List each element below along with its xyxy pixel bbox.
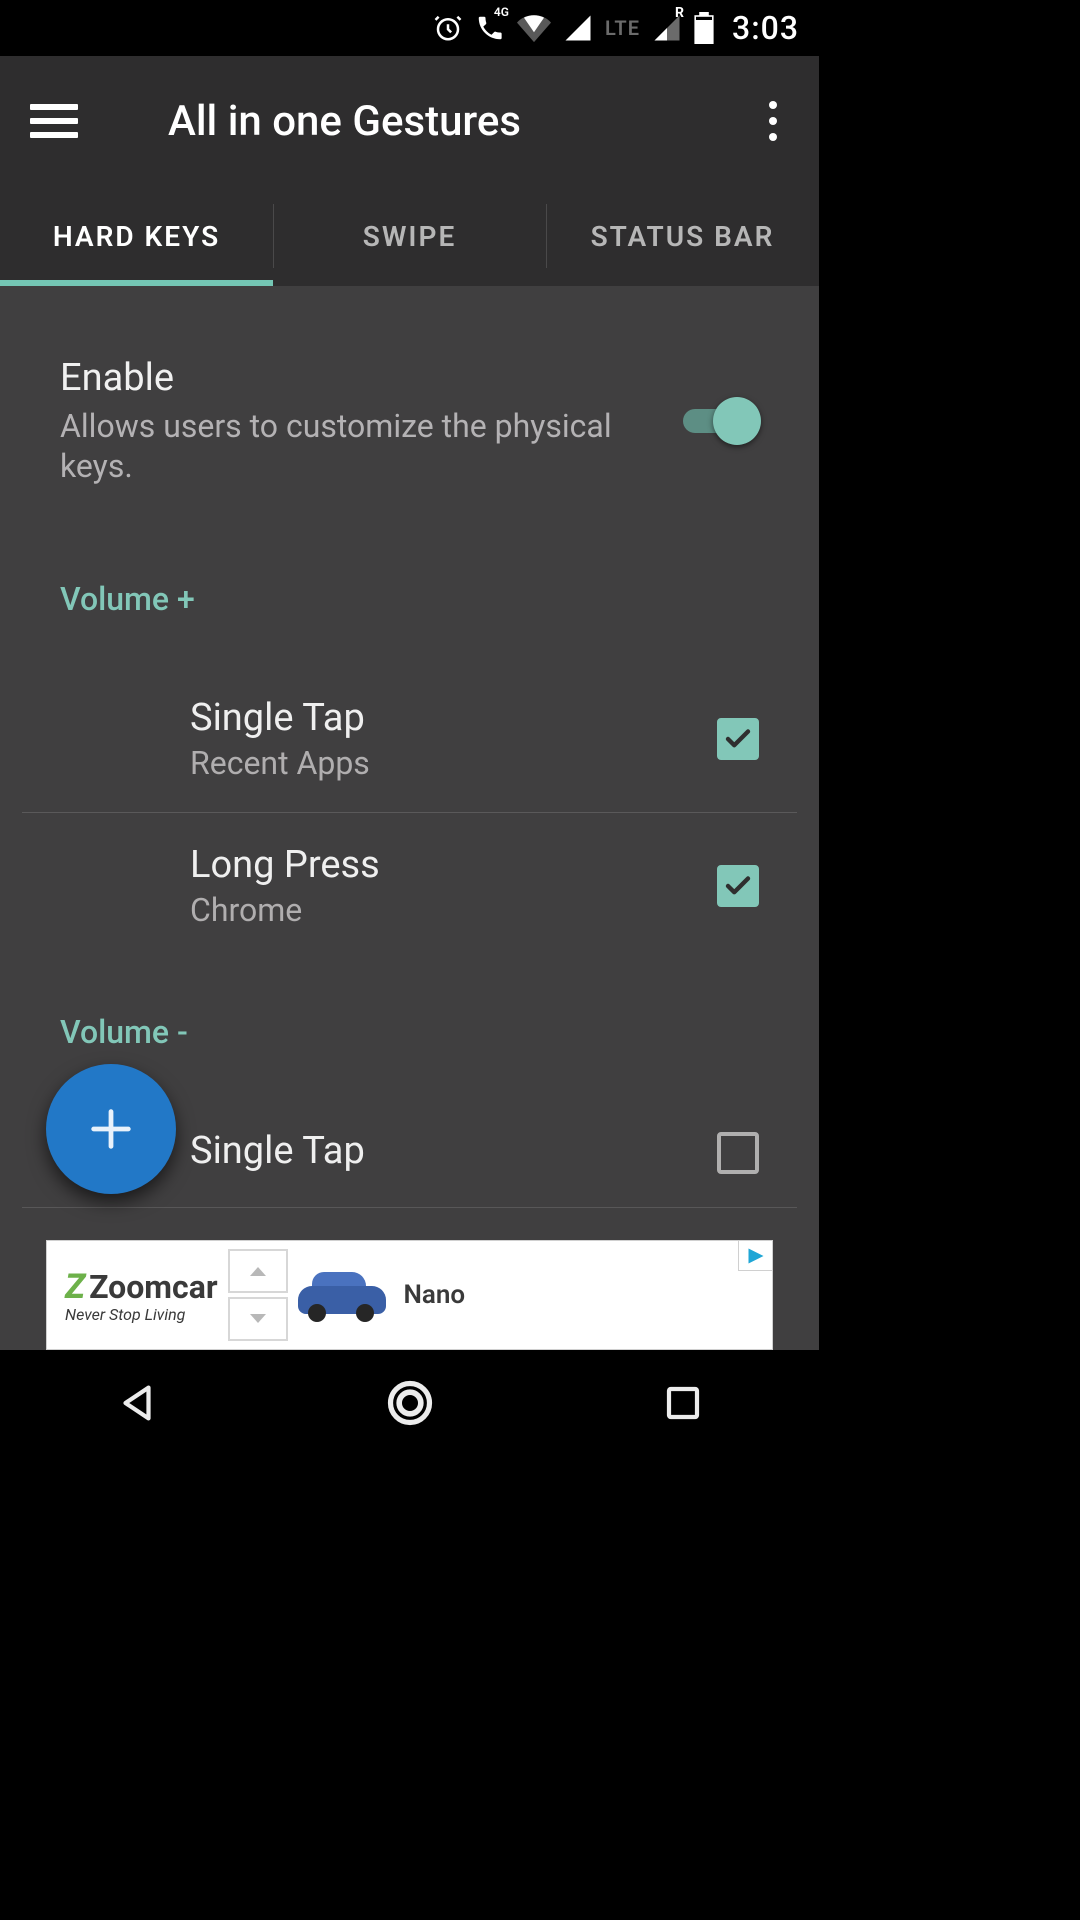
tab-bar: HARD KEYS SWIPE STATUS BAR (0, 186, 819, 286)
list-item[interactable]: Long Press Chrome (22, 812, 797, 959)
ad-info-icon[interactable] (738, 1241, 772, 1271)
system-status-bar: 4G LTE R 3:03 (0, 0, 819, 56)
tab-status-bar[interactable]: STATUS BAR (546, 186, 819, 286)
overflow-menu-icon[interactable] (757, 97, 789, 145)
section-header-volume-plus: Volume + (0, 526, 819, 638)
nav-recents-button[interactable] (623, 1368, 743, 1438)
item-subtitle: Chrome (190, 891, 717, 929)
item-checkbox[interactable] (717, 865, 759, 907)
car-icon (298, 1270, 386, 1320)
item-title: Long Press (190, 843, 717, 887)
status-clock: 3:03 (732, 9, 799, 47)
system-nav-bar (0, 1350, 819, 1456)
tab-swipe[interactable]: SWIPE (273, 186, 546, 286)
lte-label: LTE (605, 16, 640, 40)
nav-back-button[interactable] (77, 1368, 197, 1438)
fab-add-button[interactable] (46, 1064, 176, 1194)
item-title: Single Tap (190, 696, 717, 740)
enable-text: Enable Allows users to customize the phy… (60, 356, 643, 486)
ad-arrow-down[interactable] (228, 1297, 288, 1341)
enable-row[interactable]: Enable Allows users to customize the phy… (0, 286, 819, 526)
signal-icon-2: R (652, 13, 682, 43)
signal-icon-1 (563, 13, 593, 43)
hamburger-menu-icon[interactable] (30, 104, 78, 138)
ad-arrow-up[interactable] (228, 1249, 288, 1293)
item-subtitle: Recent Apps (190, 744, 717, 782)
status-net-label: 4G (494, 5, 509, 19)
enable-toggle[interactable] (683, 397, 759, 445)
ad-brand-name: Zoomcar (89, 1268, 217, 1306)
ad-brand-tagline: Never Stop Living (65, 1305, 218, 1324)
enable-title: Enable (60, 356, 643, 400)
app-bar: All in one Gestures (0, 56, 819, 186)
item-checkbox[interactable] (717, 1132, 759, 1174)
wifi-icon (517, 11, 551, 45)
section-header-volume-minus: Volume - (0, 959, 819, 1071)
volume-plus-list: Single Tap Recent Apps Long Press Chrome (0, 666, 819, 959)
app-title: All in one Gestures (168, 97, 521, 146)
alarm-icon (433, 13, 463, 43)
roaming-label: R (675, 5, 684, 21)
ad-product: Nano (298, 1270, 466, 1320)
ad-brand: Z Zoomcar Never Stop Living (65, 1267, 218, 1324)
content: Enable Allows users to customize the phy… (0, 286, 819, 1350)
item-checkbox[interactable] (717, 718, 759, 760)
screen: 4G LTE R 3:03 All in one Gestures HARD K… (0, 0, 819, 1456)
wifi-calling-icon: 4G (475, 13, 505, 43)
item-title: Single Tap (190, 1129, 717, 1173)
ad-arrow-group (228, 1249, 288, 1341)
list-item[interactable]: Single Tap Recent Apps (0, 666, 819, 812)
battery-icon (694, 12, 714, 44)
tab-hard-keys[interactable]: HARD KEYS (0, 186, 273, 286)
ad-brand-mark: Z (65, 1267, 83, 1307)
ad-banner[interactable]: Z Zoomcar Never Stop Living Nano (46, 1240, 773, 1350)
plus-icon (85, 1103, 137, 1155)
nav-home-button[interactable] (350, 1368, 470, 1438)
ad-product-label: Nano (404, 1280, 466, 1310)
enable-subtitle: Allows users to customize the physical k… (60, 406, 643, 486)
